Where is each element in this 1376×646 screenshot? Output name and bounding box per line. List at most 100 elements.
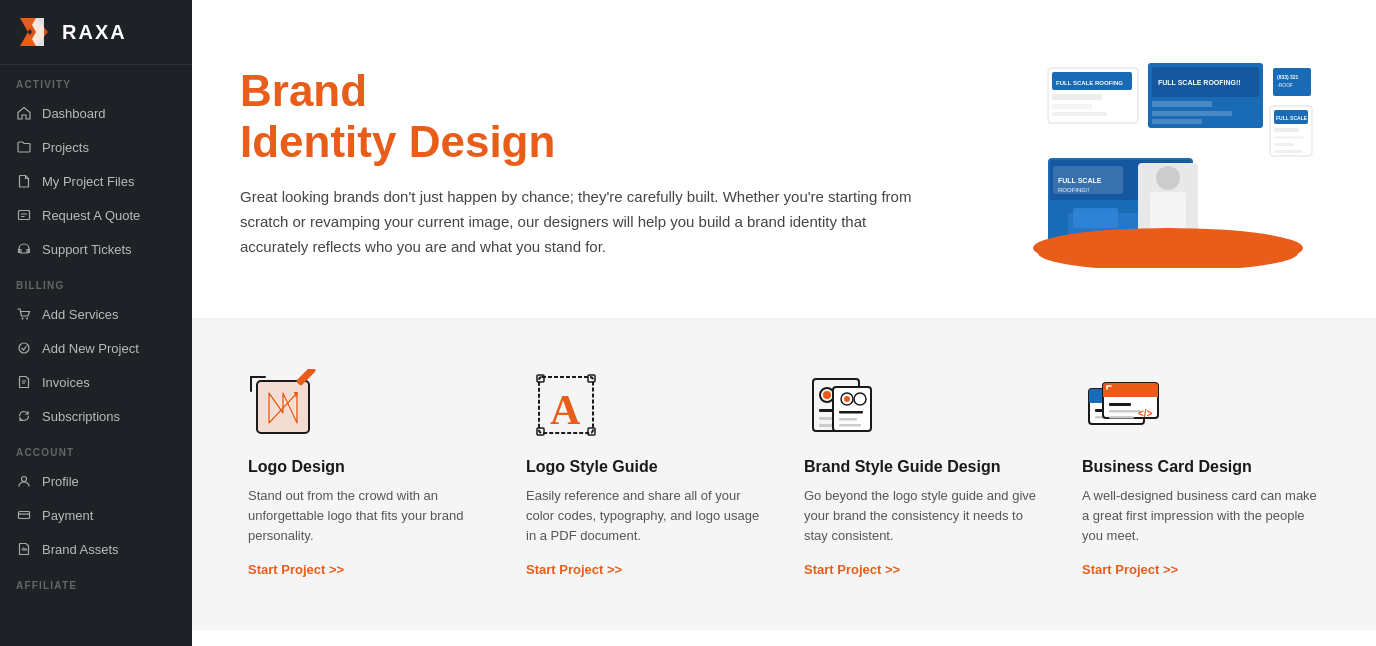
svg-rect-36	[1152, 119, 1202, 124]
service-card-business-card: </> Business Card Design A well-designed…	[1074, 359, 1328, 590]
svg-text:FULL SCALE: FULL SCALE	[1058, 177, 1102, 184]
sidebar-item-invoices[interactable]: Invoices	[0, 365, 192, 399]
hero-title-line1: Brand	[240, 66, 367, 115]
svg-point-23	[1156, 166, 1180, 190]
svg-rect-29	[1052, 104, 1092, 109]
svg-rect-71	[839, 418, 857, 421]
svg-rect-72	[839, 424, 861, 427]
sidebar-item-label-payment: Payment	[42, 508, 176, 523]
brand-style-guide-title: Brand Style Guide Design	[804, 458, 1042, 476]
sidebar-item-add-new-project[interactable]: Add New Project	[0, 331, 192, 365]
brand-style-guide-icon	[805, 369, 883, 441]
sidebar-item-label-subscriptions: Subscriptions	[42, 409, 176, 424]
svg-point-8	[22, 477, 27, 482]
svg-rect-70	[839, 411, 863, 414]
sidebar-item-label-profile: Profile	[42, 474, 176, 489]
raxa-logo-icon	[16, 14, 52, 50]
svg-rect-35	[1152, 111, 1232, 116]
svg-text:FULL SCALE ROOFING!!: FULL SCALE ROOFING!!	[1158, 79, 1241, 86]
business-card-icon: </>	[1083, 369, 1161, 441]
svg-rect-81	[1109, 403, 1131, 406]
home-icon	[16, 105, 32, 121]
logo-design-cta[interactable]: Start Project >>	[248, 562, 344, 577]
logo-style-guide-cta[interactable]: Start Project >>	[526, 562, 622, 577]
brand-style-guide-cta[interactable]: Start Project >>	[804, 562, 900, 577]
hero-title: Brand Identity Design	[240, 66, 920, 167]
sidebar-item-label-dashboard: Dashboard	[42, 106, 176, 121]
hero-ellipse	[1033, 228, 1303, 268]
service-card-brand-style-guide: Brand Style Guide Design Go beyond the l…	[796, 359, 1050, 590]
invoice-icon	[16, 374, 32, 390]
svg-text:FULL SCALE ROOFING: FULL SCALE ROOFING	[1056, 80, 1123, 86]
refresh-icon	[16, 408, 32, 424]
logo-style-guide-icon-area: A	[526, 367, 606, 442]
folder-icon	[16, 139, 32, 155]
services-cards-section: Logo Design Stand out from the crowd wit…	[192, 319, 1376, 630]
svg-rect-80	[1103, 393, 1158, 397]
sidebar-item-my-project-files[interactable]: My Project Files	[0, 164, 192, 198]
svg-text:ROOFING!!: ROOFING!!	[1058, 187, 1090, 193]
section-label-affiliate: AFFILIATE	[0, 566, 192, 597]
svg-point-61	[823, 391, 831, 399]
logo-design-desc: Stand out from the crowd with an unforge…	[248, 486, 486, 546]
sidebar-item-payment[interactable]: Payment	[0, 498, 192, 532]
brand-icon	[16, 541, 32, 557]
svg-rect-82	[1109, 410, 1141, 413]
hero-title-line2: Identity Design	[240, 117, 555, 166]
sidebar-item-subscriptions[interactable]: Subscriptions	[0, 399, 192, 433]
hero-description: Great looking brands don't just happen b…	[240, 185, 920, 259]
logo-style-guide-desc: Easily reference and share all of your c…	[526, 486, 764, 546]
sidebar-item-label-add-services: Add Services	[42, 307, 176, 322]
sidebar-item-profile[interactable]: Profile	[0, 464, 192, 498]
svg-point-6	[26, 318, 28, 320]
hero-image-area: FULL SCALE ROOFING!! FULL SCALE ROOFING	[1008, 48, 1328, 278]
svg-rect-45	[1274, 143, 1294, 146]
svg-rect-46	[1274, 150, 1302, 153]
sidebar: RAXA ACTIVITY Dashboard Projects My Proj…	[0, 0, 192, 646]
svg-point-7	[19, 343, 29, 353]
svg-text:(833) 321: (833) 321	[1277, 74, 1299, 80]
svg-rect-17	[1073, 208, 1118, 228]
svg-rect-34	[1152, 101, 1212, 107]
quote-icon	[16, 207, 32, 223]
business-card-icon-area: </>	[1082, 367, 1162, 442]
sidebar-item-label-brand-assets: Brand Assets	[42, 542, 176, 557]
business-card-desc: A well-designed business card can make a…	[1082, 486, 1320, 546]
svg-text:A: A	[550, 387, 581, 433]
service-card-logo-design: Logo Design Stand out from the crowd wit…	[240, 359, 494, 590]
support-icon	[16, 241, 32, 257]
sidebar-item-label-my-project-files: My Project Files	[42, 174, 176, 189]
svg-rect-4	[19, 211, 30, 220]
cart-icon	[16, 306, 32, 322]
logo-design-icon-area	[248, 367, 328, 442]
sidebar-item-label-add-new-project: Add New Project	[42, 341, 176, 356]
service-card-logo-style-guide: A Logo Style Guide Easily reference and …	[518, 359, 772, 590]
svg-point-68	[844, 396, 850, 402]
payment-icon	[16, 507, 32, 523]
logo-design-title: Logo Design	[248, 458, 486, 476]
logo-text: RAXA	[62, 21, 127, 44]
sidebar-item-support-tickets[interactable]: Support Tickets	[0, 232, 192, 266]
svg-text:-ROOF: -ROOF	[1277, 82, 1293, 88]
sidebar-item-dashboard[interactable]: Dashboard	[0, 96, 192, 130]
brand-style-guide-desc: Go beyond the logo style guide and give …	[804, 486, 1042, 546]
brand-style-guide-icon-area	[804, 367, 884, 442]
main-content: Brand Identity Design Great looking bran…	[192, 0, 1376, 646]
svg-rect-43	[1274, 128, 1299, 132]
logo-style-guide-icon: A	[527, 369, 605, 441]
svg-rect-28	[1052, 94, 1102, 100]
section-label-activity: ACTIVITY	[0, 65, 192, 96]
hero-text: Brand Identity Design Great looking bran…	[240, 66, 920, 259]
sidebar-item-label-request-a-quote: Request A Quote	[42, 208, 176, 223]
person-icon	[16, 473, 32, 489]
business-card-cta[interactable]: Start Project >>	[1082, 562, 1178, 577]
svg-text:</>: </>	[1138, 408, 1153, 419]
svg-point-5	[22, 318, 24, 320]
business-card-title: Business Card Design	[1082, 458, 1320, 476]
sidebar-item-request-a-quote[interactable]: Request A Quote	[0, 198, 192, 232]
sidebar-item-label-projects: Projects	[42, 140, 176, 155]
sidebar-item-projects[interactable]: Projects	[0, 130, 192, 164]
sidebar-item-brand-assets[interactable]: Brand Assets	[0, 532, 192, 566]
badge-icon	[16, 340, 32, 356]
sidebar-item-add-services[interactable]: Add Services	[0, 297, 192, 331]
